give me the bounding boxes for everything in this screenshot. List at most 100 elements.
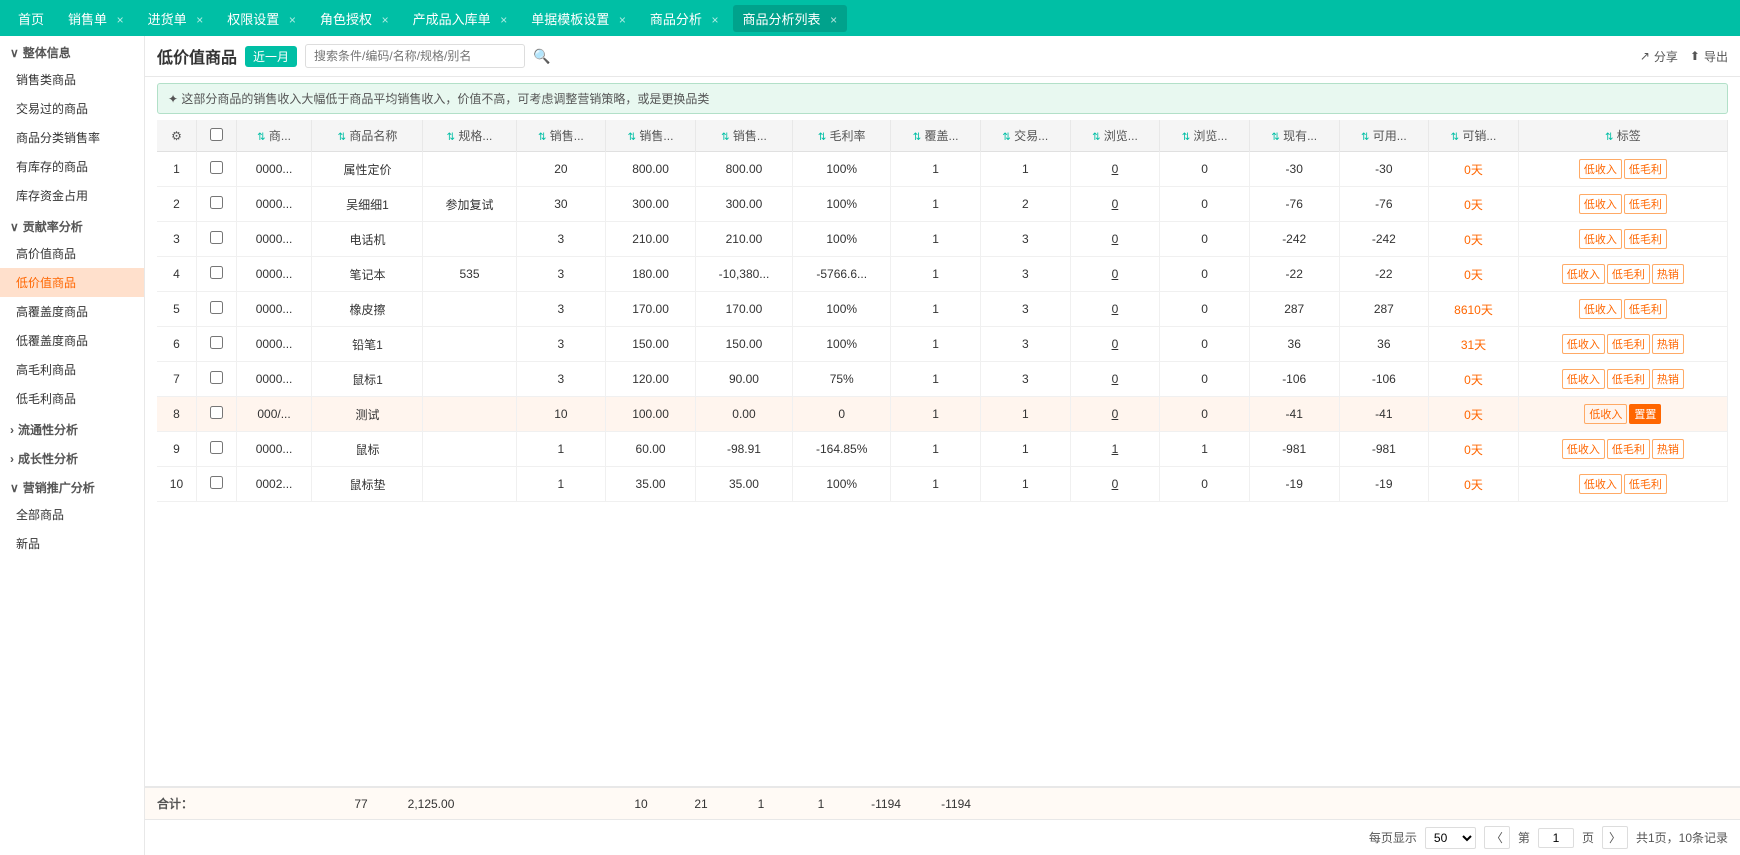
- row-num: 5: [157, 292, 196, 327]
- row-checkbox-cell[interactable]: [196, 187, 236, 222]
- row-checkbox[interactable]: [210, 301, 223, 314]
- row-checkbox[interactable]: [210, 476, 223, 489]
- sidebar-item-high-margin[interactable]: 高毛利商品: [0, 355, 144, 384]
- row-checkbox[interactable]: [210, 406, 223, 419]
- sidebar-item-all-products[interactable]: 全部商品: [0, 500, 144, 529]
- row-browse1[interactable]: 0: [1070, 222, 1160, 257]
- row-checkbox[interactable]: [210, 231, 223, 244]
- sidebar-item-new-products[interactable]: 新品: [0, 529, 144, 558]
- close-icon[interactable]: ×: [500, 13, 507, 27]
- sidebar-item-low-value[interactable]: 低价值商品: [0, 268, 144, 297]
- col-name[interactable]: ⇅ 商品名称: [312, 120, 423, 152]
- col-saleable[interactable]: ⇅ 可销...: [1429, 120, 1519, 152]
- col-browse1[interactable]: ⇅ 浏览...: [1070, 120, 1160, 152]
- sidebar-item-sales-products[interactable]: 销售类商品: [0, 65, 144, 94]
- sidebar-item-high-coverage[interactable]: 高覆盖度商品: [0, 297, 144, 326]
- date-badge[interactable]: 近一月: [245, 46, 297, 67]
- sidebar-item-category-rate[interactable]: 商品分类销售率: [0, 123, 144, 152]
- col-current-stock[interactable]: ⇅ 现有...: [1249, 120, 1339, 152]
- row-browse1[interactable]: 1: [1070, 432, 1160, 467]
- select-all-checkbox[interactable]: [210, 128, 223, 141]
- page-size-select[interactable]: 50 100: [1425, 827, 1476, 849]
- col-settings[interactable]: ⚙: [157, 120, 196, 152]
- sidebar-group-contribution[interactable]: ∨ 贡献率分析: [0, 210, 144, 239]
- row-checkbox-cell[interactable]: [196, 362, 236, 397]
- page-input[interactable]: [1538, 828, 1574, 848]
- row-checkbox[interactable]: [210, 441, 223, 454]
- row-checkbox-cell[interactable]: [196, 152, 236, 187]
- sidebar-item-low-coverage[interactable]: 低覆盖度商品: [0, 326, 144, 355]
- col-browse2[interactable]: ⇅ 浏览...: [1160, 120, 1250, 152]
- close-icon[interactable]: ×: [619, 13, 626, 27]
- sidebar-group-overall[interactable]: ∨ 整体信息: [0, 36, 144, 65]
- nav-role[interactable]: 角色授权 ×: [310, 5, 399, 32]
- row-checkbox[interactable]: [210, 336, 223, 349]
- row-browse1[interactable]: 0: [1070, 152, 1160, 187]
- days-badge: 0天: [1464, 373, 1483, 387]
- col-transaction[interactable]: ⇅ 交易...: [980, 120, 1070, 152]
- row-browse1[interactable]: 0: [1070, 397, 1160, 432]
- nav-permission[interactable]: 权限设置 ×: [217, 5, 306, 32]
- col-coverage[interactable]: ⇅ 覆盖...: [891, 120, 981, 152]
- row-checkbox-cell[interactable]: [196, 257, 236, 292]
- nav-template[interactable]: 单据模板设置 ×: [521, 5, 636, 32]
- row-checkbox[interactable]: [210, 161, 223, 174]
- row-checkbox[interactable]: [210, 196, 223, 209]
- sidebar-group-marketing[interactable]: ∨ 营销推广分析: [0, 471, 144, 500]
- row-checkbox-cell[interactable]: [196, 467, 236, 502]
- nav-analysis-list[interactable]: 商品分析列表 ×: [733, 5, 848, 32]
- next-page-btn[interactable]: 〉: [1602, 826, 1628, 849]
- days-badge: 31天: [1461, 338, 1486, 352]
- sidebar-item-in-stock[interactable]: 有库存的商品: [0, 152, 144, 181]
- nav-analysis[interactable]: 商品分析 ×: [640, 5, 729, 32]
- col-tags[interactable]: ⇅ 标签: [1518, 120, 1727, 152]
- prev-page-btn[interactable]: 〈: [1484, 826, 1510, 849]
- close-icon[interactable]: ×: [711, 13, 718, 27]
- row-checkbox-cell[interactable]: [196, 222, 236, 257]
- row-checkbox-cell[interactable]: [196, 292, 236, 327]
- share-button[interactable]: ↗ 分享: [1640, 48, 1678, 65]
- sidebar-item-high-value[interactable]: 高价值商品: [0, 239, 144, 268]
- col-checkbox[interactable]: [196, 120, 236, 152]
- row-checkbox-cell[interactable]: [196, 432, 236, 467]
- chevron-down-icon: ∨: [10, 481, 19, 495]
- row-name: 鼠标: [312, 432, 423, 467]
- row-coverage: 1: [891, 292, 981, 327]
- col-sales-qty[interactable]: ⇅ 销售...: [516, 120, 606, 152]
- sidebar-group-growth[interactable]: › 成长性分析: [0, 442, 144, 471]
- close-icon[interactable]: ×: [289, 13, 296, 27]
- nav-product-stock[interactable]: 产成品入库单 ×: [403, 5, 518, 32]
- search-input[interactable]: [305, 44, 525, 68]
- row-checkbox[interactable]: [210, 266, 223, 279]
- col-gross-margin[interactable]: ⇅ 毛利率: [793, 120, 891, 152]
- nav-purchase[interactable]: 进货单 ×: [138, 5, 214, 32]
- close-icon[interactable]: ×: [382, 13, 389, 27]
- row-checkbox-cell[interactable]: [196, 327, 236, 362]
- close-icon[interactable]: ×: [830, 13, 837, 27]
- close-icon[interactable]: ×: [117, 13, 124, 27]
- row-browse1[interactable]: 0: [1070, 257, 1160, 292]
- nav-home[interactable]: 首页: [8, 5, 54, 32]
- search-icon[interactable]: 🔍: [533, 48, 550, 65]
- col-available[interactable]: ⇅ 可用...: [1339, 120, 1429, 152]
- col-sales-amt1[interactable]: ⇅ 销售...: [606, 120, 696, 152]
- close-icon[interactable]: ×: [196, 13, 203, 27]
- sidebar-item-low-margin[interactable]: 低毛利商品: [0, 384, 144, 413]
- export-button[interactable]: ⬆ 导出: [1690, 48, 1728, 65]
- sidebar-group-circulation[interactable]: › 流通性分析: [0, 413, 144, 442]
- col-spec[interactable]: ⇅ 规格...: [423, 120, 516, 152]
- row-browse1[interactable]: 0: [1070, 362, 1160, 397]
- top-navigation: 首页 销售单 × 进货单 × 权限设置 × 角色授权 × 产成品入库单 × 单据…: [0, 0, 1740, 36]
- col-code[interactable]: ⇅ 商...: [236, 120, 312, 152]
- row-checkbox[interactable]: [210, 371, 223, 384]
- row-browse1[interactable]: 0: [1070, 187, 1160, 222]
- sidebar-item-capital[interactable]: 库存资金占用: [0, 181, 144, 210]
- row-checkbox-cell[interactable]: [196, 397, 236, 432]
- row-browse1[interactable]: 0: [1070, 327, 1160, 362]
- footer-label: 合计：: [157, 795, 193, 812]
- sidebar-item-traded[interactable]: 交易过的商品: [0, 94, 144, 123]
- row-browse1[interactable]: 0: [1070, 467, 1160, 502]
- row-browse1[interactable]: 0: [1070, 292, 1160, 327]
- col-sales-amt2[interactable]: ⇅ 销售...: [695, 120, 792, 152]
- nav-sales[interactable]: 销售单 ×: [58, 5, 134, 32]
